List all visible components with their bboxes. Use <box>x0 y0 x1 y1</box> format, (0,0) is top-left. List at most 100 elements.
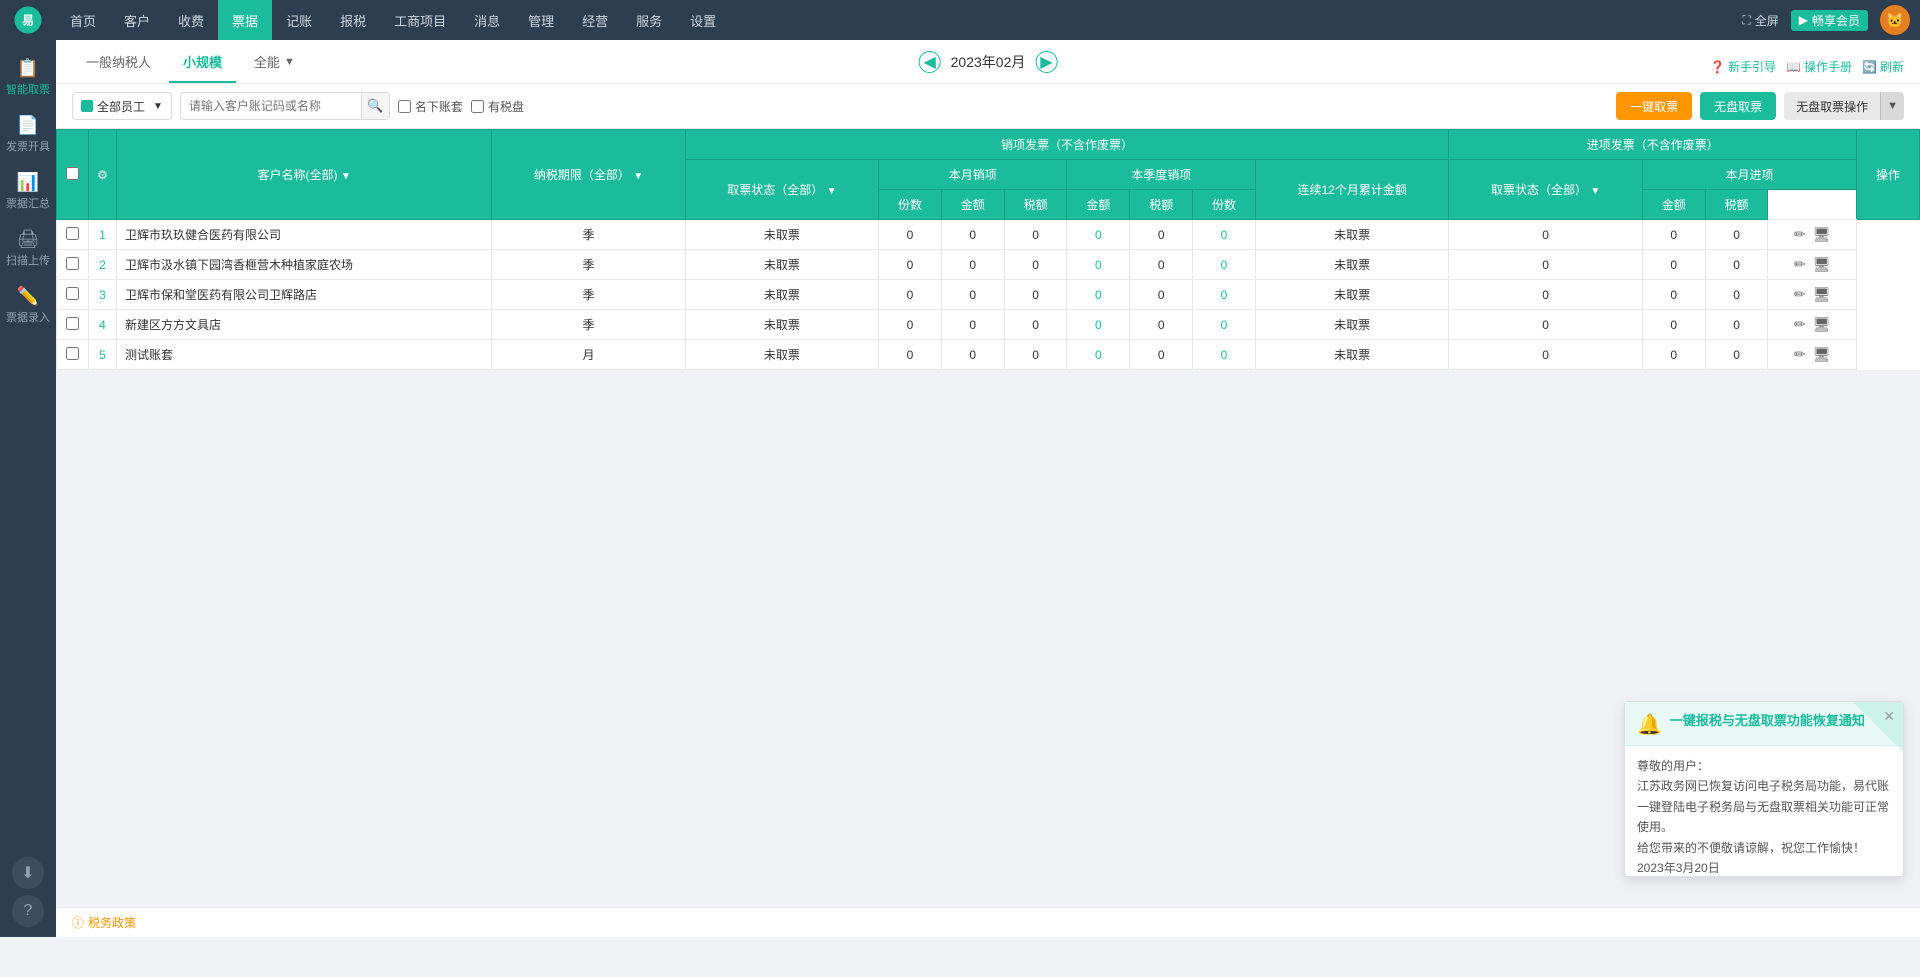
fullscreen-btn[interactable]: ⛶ 全屏 <box>1742 12 1778 29</box>
vip-btn[interactable]: ▶ 畅享会员 <box>1791 10 1868 31</box>
row-sales-month-amount: 0 <box>941 250 1004 280</box>
notification-close-btn[interactable]: ✕ <box>1883 708 1895 725</box>
table-row: 5 测试账套 月 未取票 0 0 0 0 0 0 未取票 0 0 0 ✏ 🖥 <box>57 340 1920 370</box>
sidebar-item-smart-fetch[interactable]: 📋 智能取票 <box>2 50 54 105</box>
view-icon[interactable]: 🖥 <box>1813 316 1831 332</box>
vip-icon: ▶ <box>1799 13 1808 27</box>
row-checkbox[interactable] <box>66 257 79 270</box>
nav-settings[interactable]: 设置 <box>676 0 730 40</box>
nav-menu: 首页 客户 收费 票据 记账 报税 工商项目 消息 管理 经营 服务 设置 <box>56 0 1742 40</box>
employee-select[interactable]: 全部员工 ▼ <box>72 92 172 120</box>
row-actions-cell: ✏ 🖥 <box>1768 340 1857 370</box>
row-sales-month-shares: 0 <box>879 250 942 280</box>
notification-popup: ✕ 🔔 一键报税与无盘取票功能恢复通知 尊敬的用户： 江苏政务网已恢复访问电子税… <box>1624 701 1904 877</box>
notif-triangle-decoration <box>1853 702 1903 752</box>
sub-tabs-bar: 一般纳税人 小规模 全能 ▼ ◀ 2023年02月 ▶ ❓ 新手引导 📖 操作手… <box>56 40 1920 84</box>
one-key-fetch-button[interactable]: 一键取票 <box>1616 92 1692 120</box>
tab-general-taxpayer[interactable]: 一般纳税人 <box>72 42 165 83</box>
notification-scroll[interactable]: 尊敬的用户： 江苏政务网已恢复访问电子税务局功能，易代账一键登陆电子税务局与无盘… <box>1625 746 1903 876</box>
nav-invoice[interactable]: 票据 <box>218 0 272 40</box>
sidebar-item-invoice-create[interactable]: 📄 发票开具 <box>2 107 54 162</box>
row-checkbox-cell[interactable] <box>57 340 89 370</box>
row-sales-quarter-tax: 0 <box>1130 250 1193 280</box>
notification-date: 2023年3月20日 <box>1637 858 1891 876</box>
th-customer-name[interactable]: 客户名称(全部) ▼ <box>117 130 492 220</box>
edit-icon[interactable]: ✏ <box>1794 256 1806 272</box>
no-disk-fetch-button[interactable]: 无盘取票 <box>1700 92 1776 120</box>
manual-btn[interactable]: 📖 操作手册 <box>1786 58 1852 75</box>
refresh-btn[interactable]: 🔄 刷新 <box>1862 58 1904 75</box>
date-next-btn[interactable]: ▶ <box>1035 51 1057 73</box>
nav-tax[interactable]: 报税 <box>326 0 380 40</box>
view-icon[interactable]: 🖥 <box>1813 286 1831 302</box>
sidebar-item-scan-upload[interactable]: 🖨 扫描上传 <box>2 221 54 276</box>
tab-all-capable[interactable]: 全能 ▼ <box>240 42 309 83</box>
row-customer-name: 卫辉市汲水镇下园湾香榧营木种植家庭农场 <box>117 250 492 280</box>
invoice-entry-label: 票据录入 <box>6 309 50 325</box>
row-purchase-month-amount: 0 <box>1642 340 1705 370</box>
nav-manage[interactable]: 管理 <box>514 0 568 40</box>
row-purchase-month-amount: 0 <box>1642 280 1705 310</box>
all-capable-label: 全能 <box>254 52 280 71</box>
no-disk-operation-split-btn: 无盘取票操作 ▼ <box>1784 92 1904 120</box>
th-select-all[interactable] <box>57 130 89 220</box>
th-sales-quarter-tax: 税额 <box>1130 190 1193 220</box>
edit-icon[interactable]: ✏ <box>1794 316 1806 332</box>
nav-business[interactable]: 工商项目 <box>380 0 460 40</box>
nav-bookkeeping[interactable]: 记账 <box>272 0 326 40</box>
nav-business2[interactable]: 经营 <box>568 0 622 40</box>
sidebar-download-btn[interactable]: ⬇ <box>12 857 44 889</box>
my-books-checkbox[interactable] <box>398 100 411 113</box>
user-avatar[interactable]: 🐱 <box>1880 5 1910 35</box>
view-icon[interactable]: 🖥 <box>1813 256 1831 272</box>
sidebar-item-invoice-summary[interactable]: 📊 票据汇总 <box>2 164 54 219</box>
nav-service[interactable]: 服务 <box>622 0 676 40</box>
row-checkbox[interactable] <box>66 347 79 360</box>
left-sidebar: 📋 智能取票 📄 发票开具 📊 票据汇总 🖨 扫描上传 ✏️ 票据录入 ⬇ ? <box>0 40 56 937</box>
th-sales-month-amount: 金额 <box>941 190 1004 220</box>
tax-policy-link[interactable]: ⓘ 税务政策 <box>72 914 136 931</box>
no-disk-operation-arrow-btn[interactable]: ▼ <box>1880 92 1904 120</box>
row-purchase-month-shares: 0 <box>1449 310 1642 340</box>
no-disk-operation-main-btn[interactable]: 无盘取票操作 <box>1784 92 1880 120</box>
nav-customer[interactable]: 客户 <box>110 0 164 40</box>
row-checkbox-cell[interactable] <box>57 310 89 340</box>
tab-small-scale[interactable]: 小规模 <box>169 42 236 83</box>
invoice-table: ⚙ 客户名称(全部) ▼ 纳税期限（全部） ▼ 销项发票（不含作废票） 进项发票… <box>56 129 1920 370</box>
row-purchase-fetch-status: 未取票 <box>1255 340 1449 370</box>
row-consecutive12: 0 <box>1193 220 1256 250</box>
row-purchase-month-shares: 0 <box>1449 220 1642 250</box>
row-checkbox[interactable] <box>66 227 79 240</box>
tax-disk-checkbox[interactable] <box>471 100 484 113</box>
edit-icon[interactable]: ✏ <box>1794 346 1806 362</box>
select-all-checkbox[interactable] <box>66 167 79 180</box>
row-checkbox[interactable] <box>66 317 79 330</box>
beginner-guide-btn[interactable]: ❓ 新手引导 <box>1710 58 1776 75</box>
th-purchase-month-tax: 税额 <box>1705 190 1768 220</box>
sidebar-item-invoice-entry[interactable]: ✏️ 票据录入 <box>2 278 54 333</box>
scan-upload-icon: 🖨 <box>17 229 40 250</box>
nav-fee[interactable]: 收费 <box>164 0 218 40</box>
nav-message[interactable]: 消息 <box>460 0 514 40</box>
edit-icon[interactable]: ✏ <box>1794 226 1806 242</box>
th-tax-period[interactable]: 纳税期限（全部） ▼ <box>492 130 685 220</box>
search-input[interactable] <box>181 93 361 119</box>
row-checkbox-cell[interactable] <box>57 250 89 280</box>
row-checkbox-cell[interactable] <box>57 220 89 250</box>
logo[interactable]: 易 <box>10 2 46 38</box>
sidebar-help-btn[interactable]: ? <box>12 895 44 927</box>
date-prev-btn[interactable]: ◀ <box>919 51 941 73</box>
row-checkbox-cell[interactable] <box>57 280 89 310</box>
view-icon[interactable]: 🖥 <box>1813 226 1831 242</box>
row-sales-quarter-tax: 0 <box>1130 310 1193 340</box>
beginner-guide-icon: ❓ <box>1710 60 1725 74</box>
my-books-checkbox-label: 名下账套 <box>398 98 463 115</box>
th-current-month-sales: 本月销项 <box>879 160 1067 190</box>
edit-icon[interactable]: ✏ <box>1794 286 1806 302</box>
nav-home[interactable]: 首页 <box>56 0 110 40</box>
search-button[interactable]: 🔍 <box>361 92 389 120</box>
row-checkbox[interactable] <box>66 287 79 300</box>
th-purchase-fetch-status[interactable]: 取票状态（全部） ▼ <box>1449 160 1642 220</box>
th-sales-fetch-status[interactable]: 取票状态（全部） ▼ <box>685 160 878 220</box>
view-icon[interactable]: 🖥 <box>1813 346 1831 362</box>
